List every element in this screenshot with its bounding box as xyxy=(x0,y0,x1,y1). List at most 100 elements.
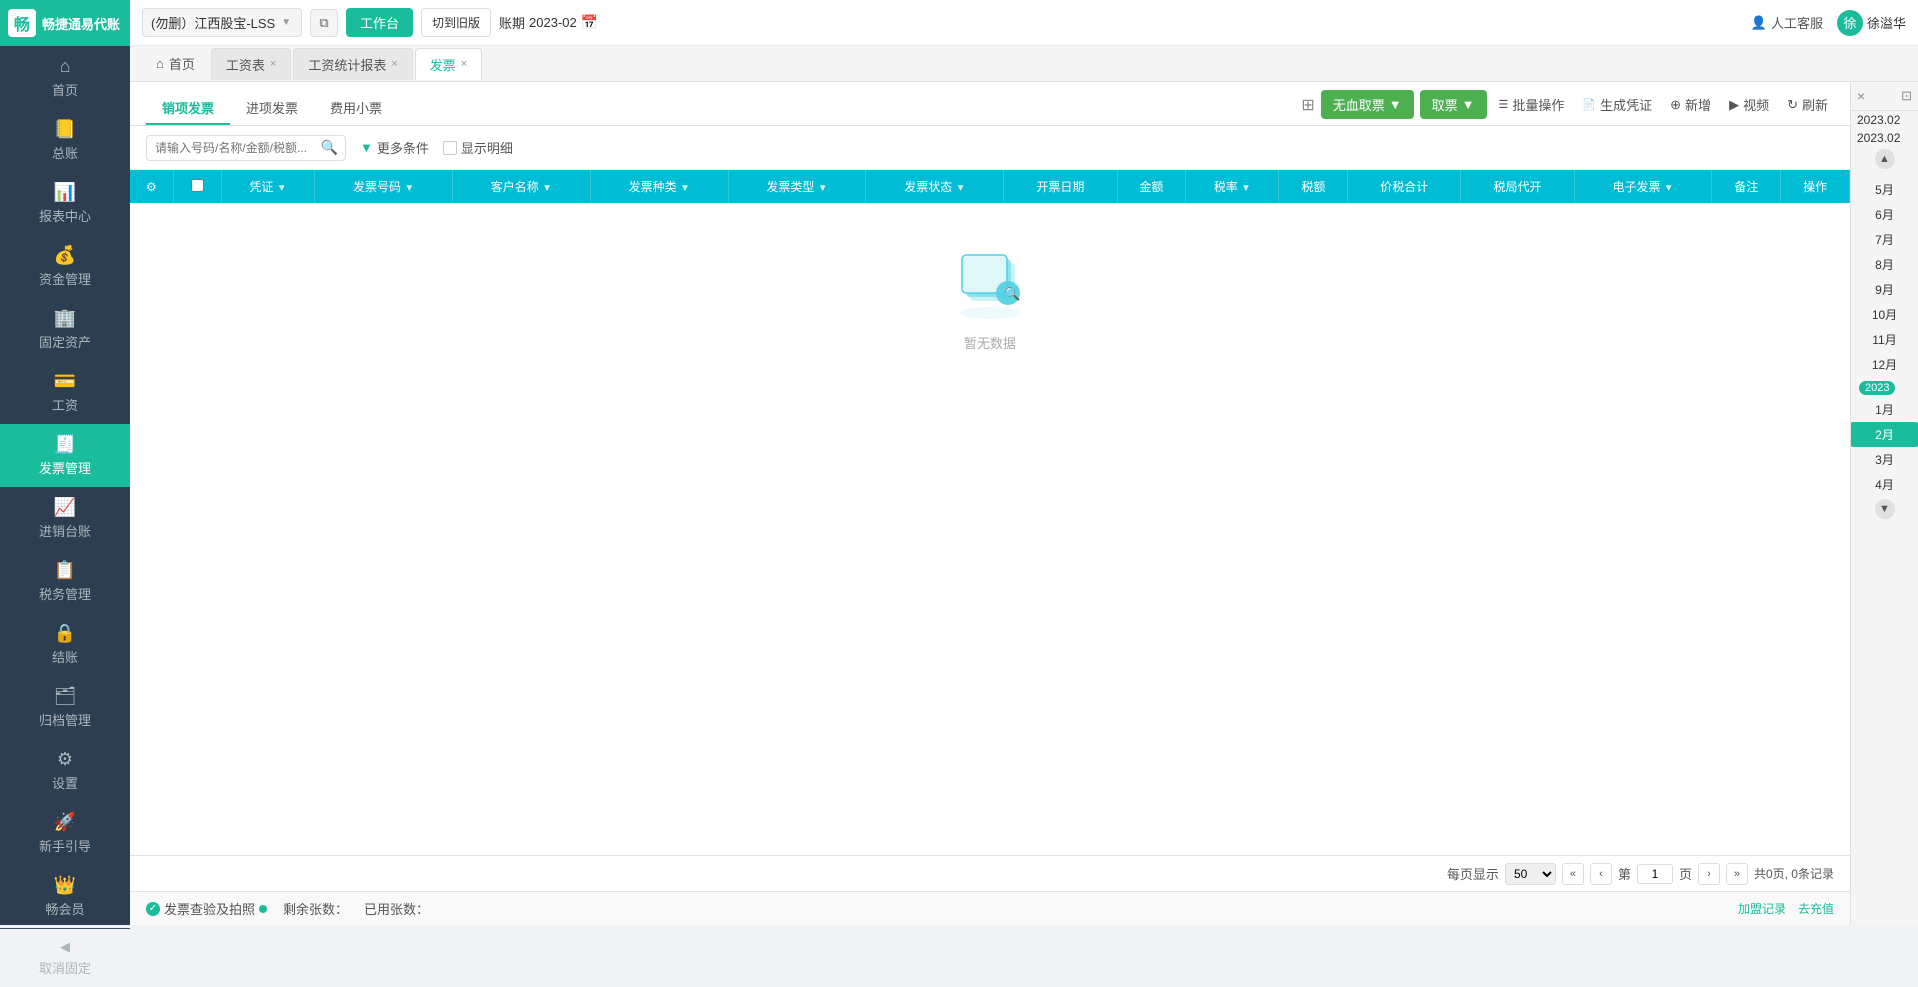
page-input[interactable] xyxy=(1637,864,1673,884)
new-button[interactable]: ⊕ 新增 xyxy=(1664,91,1717,118)
sidebar-item-reports[interactable]: 📊 报表中心 xyxy=(0,172,130,235)
page-size-select[interactable]: 50 100 200 xyxy=(1505,863,1556,885)
select-all-checkbox[interactable] xyxy=(191,179,204,192)
col-invoice-type[interactable]: 发票种类 ▼ xyxy=(590,170,728,203)
next-page-btn[interactable]: › xyxy=(1698,863,1720,885)
first-page-btn[interactable]: « xyxy=(1562,863,1584,885)
col-invoice-no[interactable]: 发票号码 ▼ xyxy=(315,170,453,203)
batch-ops-button[interactable]: ☰ 批量操作 xyxy=(1493,91,1571,118)
salary-report-tab-close[interactable]: × xyxy=(391,59,397,70)
sidebar-item-assets[interactable]: 🏢 固定资产 xyxy=(0,298,130,361)
sidebar-footer-btn[interactable]: ◀ 取消固定 xyxy=(0,928,130,987)
col-total[interactable]: 价税合计 xyxy=(1348,170,1461,203)
recharge-link[interactable]: 去充值 xyxy=(1798,900,1834,917)
col-invoice-status[interactable]: 发票状态 ▼ xyxy=(866,170,1004,203)
company-selector[interactable]: (勿删）江西股宝-LSS ▼ xyxy=(142,8,302,37)
col-amount[interactable]: 金额 xyxy=(1117,170,1186,203)
expand-panel-btn[interactable]: ⊡ xyxy=(1901,88,1912,104)
grid-view-icon[interactable]: ⊞ xyxy=(1301,95,1314,115)
sidebar-item-close[interactable]: 🔒 结账 xyxy=(0,613,130,676)
empty-icon: 🔍 xyxy=(950,243,1030,323)
sidebar-item-salary[interactable]: 💳 工资 xyxy=(0,361,130,424)
col-open-date[interactable]: 开票日期 xyxy=(1004,170,1117,203)
scroll-down-btn[interactable]: ▼ xyxy=(1875,499,1895,519)
video-button[interactable]: ▶ 视频 xyxy=(1723,91,1775,118)
ticket-button[interactable]: 取票 ▼ xyxy=(1420,90,1487,119)
month-2022-8[interactable]: 8月 xyxy=(1851,252,1918,277)
old-version-button[interactable]: 切到旧版 xyxy=(421,8,491,37)
service-icon: 👤 xyxy=(1751,15,1767,31)
user-info[interactable]: 徐 徐溢华 xyxy=(1837,10,1906,36)
col-customer[interactable]: 客户名称 ▼ xyxy=(453,170,591,203)
month-2022-12[interactable]: 12月 xyxy=(1851,352,1918,377)
prev-page-btn[interactable]: ‹ xyxy=(1590,863,1612,885)
col-remark[interactable]: 备注 xyxy=(1712,170,1781,203)
tab-salary[interactable]: 工资表 × xyxy=(211,48,291,80)
service-button[interactable]: 👤 人工客服 xyxy=(1751,13,1823,32)
col-voucher[interactable]: 凭证 ▼ xyxy=(221,170,314,203)
sidebar-item-label: 发票管理 xyxy=(39,458,91,477)
no-ticket-dropdown-arrow[interactable]: ▼ xyxy=(1389,97,1402,112)
month-2022-10[interactable]: 10月 xyxy=(1851,302,1918,327)
period-2023-02-first[interactable]: 2023.02 xyxy=(1851,111,1918,129)
col-check[interactable] xyxy=(173,170,221,203)
col-settings[interactable]: ⚙ xyxy=(130,170,173,203)
sidebar-item-funds[interactable]: 💰 资金管理 xyxy=(0,235,130,298)
month-2022-9[interactable]: 9月 xyxy=(1851,277,1918,302)
scroll-up-btn[interactable]: ▲ xyxy=(1875,149,1895,169)
col-tax-code[interactable]: 税局代开 xyxy=(1461,170,1574,203)
close-panel-btn[interactable]: × xyxy=(1857,89,1865,103)
sidebar-item-tax[interactable]: 📋 税务管理 xyxy=(0,550,130,613)
month-2023-1[interactable]: 1月 xyxy=(1851,397,1918,422)
col-invoice-category[interactable]: 发票类型 ▼ xyxy=(728,170,866,203)
sidebar-item-general-ledger[interactable]: 📒 总账 xyxy=(0,109,130,172)
no-ticket-button[interactable]: 无血取票 ▼ xyxy=(1321,90,1414,119)
sidebar-item-archive[interactable]: 🗂 归档管理 xyxy=(0,676,130,739)
sub-tab-expense[interactable]: 费用小票 xyxy=(314,92,398,125)
month-2022-5[interactable]: 5月 xyxy=(1851,177,1918,202)
refresh-button[interactable]: ↻ 刷新 xyxy=(1781,91,1834,118)
sidebar-item-invoice[interactable]: 🧾 发票管理 xyxy=(0,424,130,487)
col-action[interactable]: 操作 xyxy=(1781,170,1850,203)
sidebar-item-label: 报表中心 xyxy=(39,206,91,225)
tab-home[interactable]: ⌂ 首页 xyxy=(142,48,209,79)
join-record-link[interactable]: 加盟记录 xyxy=(1738,900,1786,917)
month-2022-7[interactable]: 7月 xyxy=(1851,227,1918,252)
filter-button[interactable]: ▼ 更多条件 xyxy=(354,134,435,161)
sidebar-item-guide[interactable]: 🚀 新手引导 xyxy=(0,802,130,865)
sub-tab-purchase[interactable]: 进项发票 xyxy=(230,92,314,125)
month-2022-6[interactable]: 6月 xyxy=(1851,202,1918,227)
gen-voucher-button[interactable]: 📄 生成凭证 xyxy=(1576,91,1658,118)
invoice-tab-close[interactable]: × xyxy=(461,59,467,70)
search-input[interactable] xyxy=(146,135,346,161)
remaining-status: 剩余张数： xyxy=(283,899,348,918)
sidebar-item-member[interactable]: 👑 畅会员 xyxy=(0,865,130,928)
sidebar-item-home[interactable]: ⌂ 首页 xyxy=(0,46,130,109)
month-2023-2[interactable]: 2月 xyxy=(1851,422,1918,447)
col-tax[interactable]: 税额 xyxy=(1279,170,1348,203)
workbench-button[interactable]: 工作台 xyxy=(346,8,413,37)
sidebar-item-settings[interactable]: ⚙ 设置 xyxy=(0,739,130,802)
col-e-invoice[interactable]: 电子发票 ▼ xyxy=(1574,170,1712,203)
ticket-dropdown-arrow[interactable]: ▼ xyxy=(1462,97,1475,112)
page-content: 销项发票 进项发票 费用小票 ⊞ 无血取票 ▼ 取票 xyxy=(130,82,1850,925)
month-2022-11[interactable]: 11月 xyxy=(1851,327,1918,352)
video-icon: ▶ xyxy=(1729,97,1739,113)
period-calendar-icon[interactable]: 📅 xyxy=(581,14,598,31)
tab-salary-report[interactable]: 工资统计报表 × xyxy=(293,48,412,80)
sub-tab-sales[interactable]: 销项发票 xyxy=(146,92,230,125)
refresh-label: 刷新 xyxy=(1802,95,1828,114)
month-2023-4[interactable]: 4月 xyxy=(1851,472,1918,497)
copy-company-btn[interactable]: ⧉ xyxy=(310,9,338,37)
sidebar-item-sales[interactable]: 📈 进销台账 xyxy=(0,487,130,550)
salary-tab-close[interactable]: × xyxy=(270,59,276,70)
tab-invoice[interactable]: 发票 × xyxy=(415,48,482,80)
month-2023-3[interactable]: 3月 xyxy=(1851,447,1918,472)
show-detail-checkbox[interactable]: 显示明细 xyxy=(443,138,513,157)
last-page-btn[interactable]: » xyxy=(1726,863,1748,885)
col-tax-rate[interactable]: 税率 ▼ xyxy=(1186,170,1279,203)
search-icon[interactable]: 🔍 xyxy=(321,139,338,156)
detail-checkbox-box[interactable] xyxy=(443,141,457,155)
period-2023-02-second[interactable]: 2023.02 xyxy=(1851,129,1918,147)
tax-icon: 📋 xyxy=(54,560,76,581)
